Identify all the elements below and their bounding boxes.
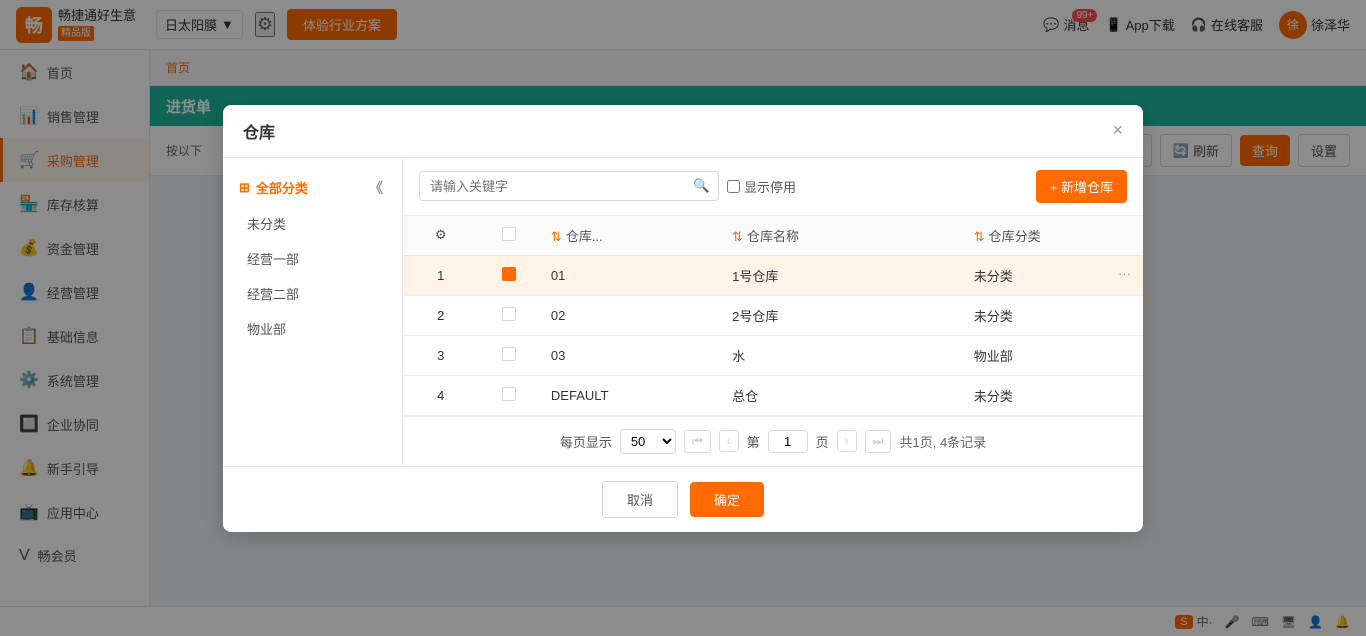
page-size-select[interactable]: 50 100 200 [620, 429, 676, 454]
table-toolbar: 🔍 显示停用 + 新增仓库 [403, 158, 1143, 216]
row-code: DEFAULT [539, 375, 720, 415]
search-input[interactable] [420, 173, 685, 200]
category-all-header[interactable]: ⊞ 全部分类 《 [223, 170, 402, 206]
category-item-unclassified[interactable]: 未分类 [223, 206, 402, 241]
sort-icon: ⇅ [974, 229, 985, 244]
sort-icon: ⇅ [551, 229, 562, 244]
select-all-checkbox[interactable] [502, 227, 516, 241]
table-header-row: ⚙ ⇅仓库... ⇅仓库名称 [403, 216, 1143, 256]
th-category: ⇅仓库分类 [962, 216, 1143, 256]
modal-header: 仓库 × [223, 105, 1143, 158]
row-num: 1 [403, 255, 479, 295]
first-page-button[interactable]: ⏮ [684, 430, 711, 453]
next-page-button[interactable]: › [837, 430, 857, 452]
row-ops-button[interactable]: ··· [1118, 266, 1131, 281]
modal-overlay[interactable]: 仓库 × ⊞ 全部分类 《 未分类 经营一部 经营二部 物业部 [0, 0, 1366, 636]
row-code: 02 [539, 295, 720, 335]
total-info: 共1页, 4条记录 [899, 432, 986, 451]
row-category: 未分类 [962, 295, 1143, 335]
row-name: 水 [720, 335, 962, 375]
sort-icon: ⇅ [732, 229, 743, 244]
row-checkbox-cell [479, 335, 539, 375]
row-num: 3 [403, 335, 479, 375]
modal-footer: 取消 确定 [223, 466, 1143, 532]
last-page-button[interactable]: ⏭ [865, 430, 892, 453]
confirm-button[interactable]: 确定 [690, 482, 764, 517]
row-category: 未分类 ··· [962, 255, 1143, 295]
category-item-property[interactable]: 物业部 [223, 311, 402, 346]
grid-icon: ⊞ [239, 180, 250, 196]
row-name: 2号仓库 [720, 295, 962, 335]
row-num: 4 [403, 375, 479, 415]
category-item-ops2[interactable]: 经营二部 [223, 276, 402, 311]
th-num: ⚙ [403, 216, 479, 256]
th-check [479, 216, 539, 256]
data-table: ⚙ ⇅仓库... ⇅仓库名称 [403, 216, 1143, 416]
add-warehouse-button[interactable]: + 新增仓库 [1036, 170, 1127, 203]
row-checkbox-cell [479, 375, 539, 415]
row-checkbox[interactable] [502, 387, 516, 401]
row-category: 未分类 [962, 375, 1143, 415]
row-checkbox-cell [479, 295, 539, 335]
modal-body: ⊞ 全部分类 《 未分类 经营一部 经营二部 物业部 🔍 [223, 158, 1143, 466]
gear-icon[interactable]: ⚙ [435, 227, 447, 242]
row-code: 03 [539, 335, 720, 375]
row-category: 物业部 [962, 335, 1143, 375]
table-panel: 🔍 显示停用 + 新增仓库 ⚙ [403, 158, 1143, 466]
search-box: 🔍 [419, 171, 719, 201]
row-name: 总仓 [720, 375, 962, 415]
row-checkbox[interactable] [502, 347, 516, 361]
page-num-label: 第 [747, 432, 760, 451]
row-code: 01 [539, 255, 720, 295]
prev-page-button[interactable]: ‹ [719, 430, 739, 452]
show-disabled-label[interactable]: 显示停用 [727, 177, 796, 196]
row-checkbox[interactable] [502, 307, 516, 321]
page-size-label: 每页显示 [560, 432, 612, 451]
row-name: 1号仓库 [720, 255, 962, 295]
table-row[interactable]: 1 01 1号仓库 未分类 ··· [403, 255, 1143, 295]
table-row[interactable]: 2 02 2号仓库 未分类 [403, 295, 1143, 335]
warehouse-table: ⚙ ⇅仓库... ⇅仓库名称 [403, 216, 1143, 416]
cancel-button[interactable]: 取消 [602, 481, 678, 518]
category-item-ops1[interactable]: 经营一部 [223, 241, 402, 276]
row-num: 2 [403, 295, 479, 335]
th-code: ⇅仓库... [539, 216, 720, 256]
pagination: 每页显示 50 100 200 ⏮ ‹ 第 页 › ⏭ 共1页, 4条记录 [403, 416, 1143, 466]
row-checkbox-cell [479, 255, 539, 295]
search-button[interactable]: 🔍 [685, 172, 718, 200]
table-row[interactable]: 3 03 水 物业部 [403, 335, 1143, 375]
th-name: ⇅仓库名称 [720, 216, 962, 256]
page-number-input[interactable] [768, 430, 808, 453]
row-checkbox[interactable] [502, 267, 516, 281]
modal-close-button[interactable]: × [1112, 120, 1123, 141]
collapse-icon[interactable]: 《 [366, 178, 386, 198]
warehouse-modal: 仓库 × ⊞ 全部分类 《 未分类 经营一部 经营二部 物业部 [223, 105, 1143, 532]
modal-title: 仓库 [243, 119, 275, 143]
show-disabled-checkbox[interactable] [727, 180, 740, 193]
category-panel: ⊞ 全部分类 《 未分类 经营一部 经营二部 物业部 [223, 158, 403, 466]
page-unit: 页 [816, 432, 829, 451]
table-row[interactable]: 4 DEFAULT 总仓 未分类 [403, 375, 1143, 415]
